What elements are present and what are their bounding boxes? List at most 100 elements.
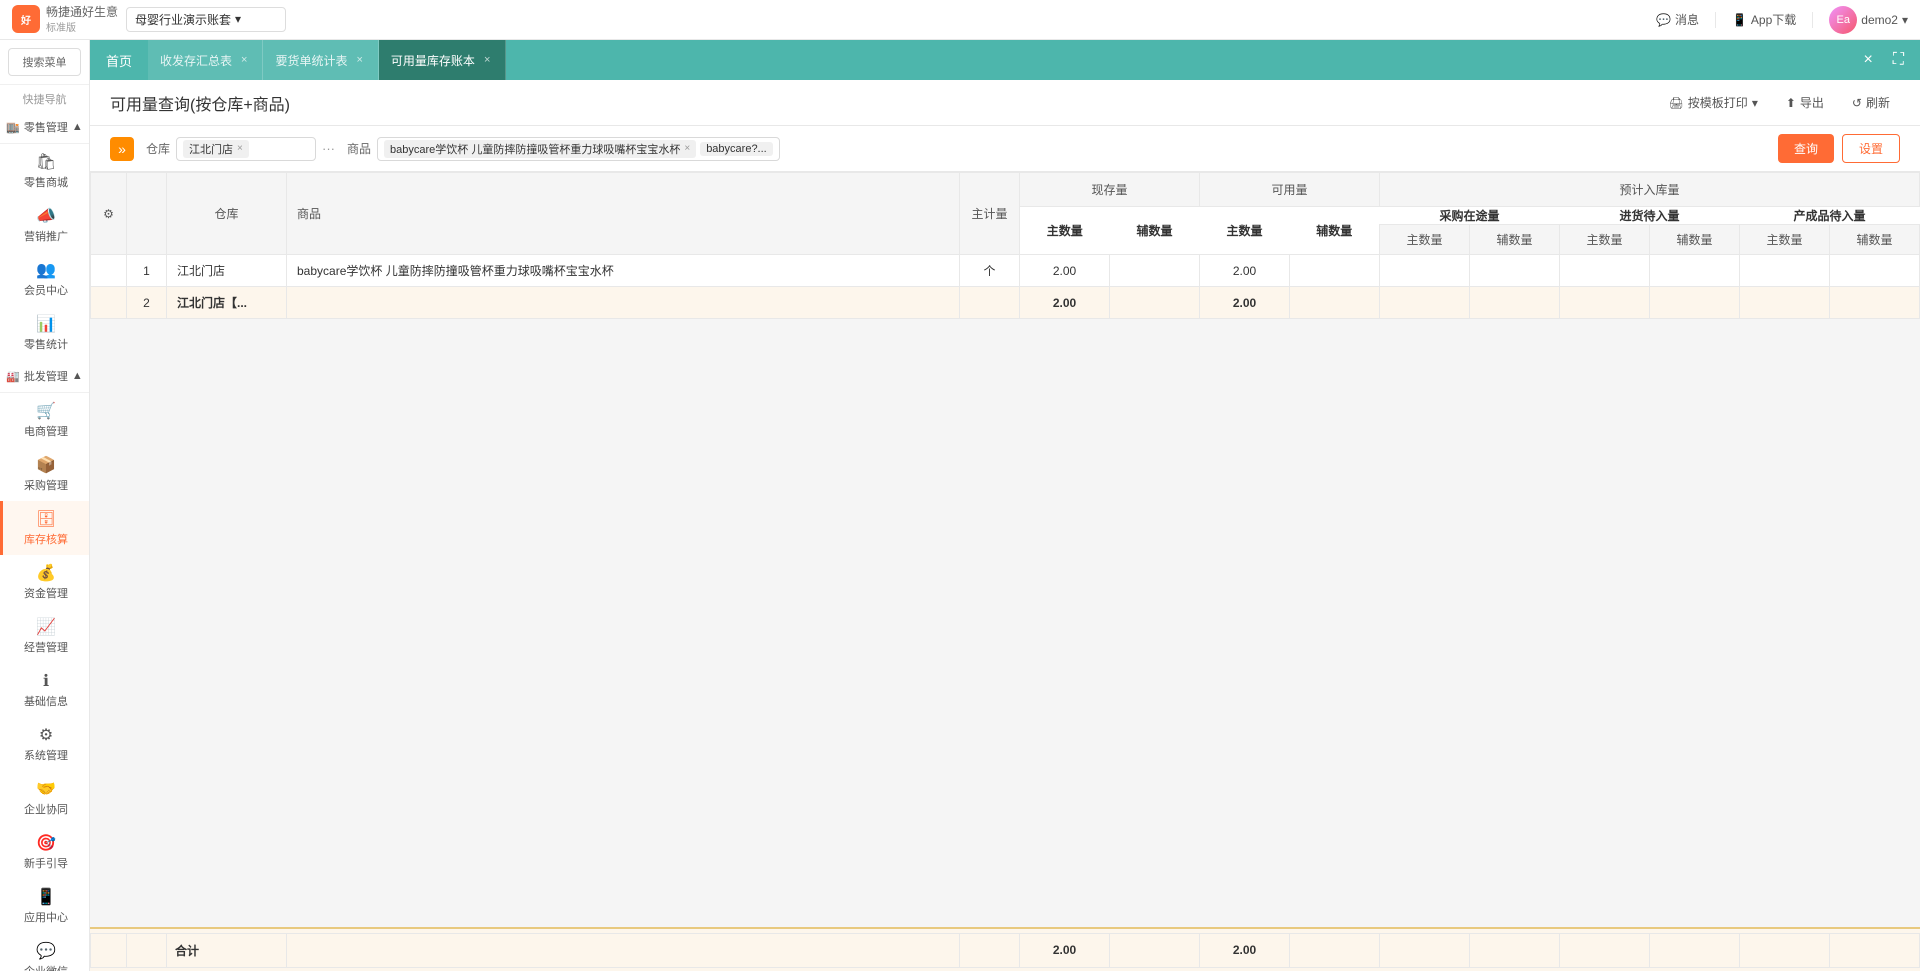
cell-incoming-main2: [1560, 287, 1650, 319]
sidebar-item-marketing[interactable]: 📣 营销推广: [0, 198, 89, 252]
wholesale-icon: 🏭: [6, 370, 20, 383]
print-btn[interactable]: 🖨 按模板打印 ▾: [1659, 90, 1768, 115]
warehouse-filter-group: 仓库 江北门店 × ···: [146, 137, 335, 161]
cell-stock-aux2: [1110, 287, 1200, 319]
th-settings[interactable]: ⚙: [91, 173, 127, 255]
message-btn[interactable]: 💬 消息: [1656, 11, 1699, 28]
cell-purchase-aux: [1470, 255, 1560, 287]
marketing-icon: 📣: [36, 206, 56, 226]
goods-filter-label: 商品: [347, 140, 371, 157]
sidebar-item-ecommerce[interactable]: 🛒 电商管理: [0, 393, 89, 447]
cell-index: 1: [127, 255, 167, 287]
cell-stock-aux: [1110, 255, 1200, 287]
sidebar-item-finance[interactable]: 💰 资金管理: [0, 555, 89, 609]
org-selector[interactable]: 母婴行业演示账套 ▾: [126, 7, 286, 32]
tab-close-all-btn[interactable]: ×: [1857, 49, 1878, 71]
th-incoming-aux: 辅数量: [1650, 225, 1740, 255]
sidebar-item-system[interactable]: ⚙ 系统管理: [0, 717, 89, 771]
filter-expand-btn[interactable]: »: [110, 137, 134, 161]
query-btn[interactable]: 查询: [1778, 134, 1834, 163]
footer-avail-main: 2.00: [1200, 933, 1290, 967]
tab-available-inventory[interactable]: 可用量库存账本 ×: [379, 40, 506, 80]
warehouse-filter-input[interactable]: 江北门店 ×: [176, 137, 316, 161]
cell-settings: [91, 255, 127, 287]
th-forecast-group: 预计入库量: [1380, 173, 1920, 207]
cell-avail-main2: 2.00: [1200, 287, 1290, 319]
expand-icon2: ▲: [72, 370, 83, 382]
operation-icon: 📈: [36, 617, 56, 637]
sidebar-search-area: 搜索菜单: [0, 40, 89, 85]
refresh-btn[interactable]: ↺ 刷新: [1842, 90, 1900, 115]
chevron-down-icon2: ▾: [1902, 13, 1908, 27]
tab-order-stat[interactable]: 要货单统计表 ×: [263, 40, 378, 80]
sidebar-item-enterprise-wechat[interactable]: 💬 企业微信: [0, 933, 89, 971]
goods-filter-input[interactable]: babycare学饮杯 儿童防摔防撞吸管杯重力球吸嘴杯宝宝水杯 × babyca…: [377, 137, 780, 161]
footer-label: 合计: [167, 933, 287, 967]
app-download-btn[interactable]: 📱 App下载: [1732, 11, 1796, 28]
sidebar-item-basic-info[interactable]: ℹ 基础信息: [0, 663, 89, 717]
export-btn[interactable]: ⬆ 导出: [1776, 90, 1834, 115]
table-row: 1 江北门店 babycare学饮杯 儿童防摔防撞吸管杯重力球吸嘴杯宝宝水杯 个…: [91, 255, 1920, 287]
finance-icon: 💰: [36, 563, 56, 583]
th-purchase-main: 主数量: [1380, 225, 1470, 255]
expand-icon: ▲: [72, 121, 83, 133]
th-production-aux: 辅数量: [1830, 225, 1920, 255]
message-icon: 💬: [1656, 13, 1671, 27]
sidebar-item-retail-mgmt[interactable]: 🏬 零售管理 ▲: [0, 111, 89, 143]
cell-purchase-main: [1380, 255, 1470, 287]
warehouse-more-btn[interactable]: ···: [322, 141, 335, 156]
table-container[interactable]: ⚙ 仓库 商品 主计量 现存量 可用量 预计入库量 主数量 辅数: [90, 172, 1920, 971]
cell-production-main2: [1740, 287, 1830, 319]
sidebar-item-enterprise[interactable]: 🤝 企业协同: [0, 771, 89, 825]
sidebar-item-guide[interactable]: 🎯 新手引导: [0, 825, 89, 879]
search-menu-btn[interactable]: 搜索菜单: [8, 48, 81, 76]
export-icon: ⬆: [1786, 96, 1796, 110]
page-actions: 🖨 按模板打印 ▾ ⬆ 导出 ↺ 刷新: [1659, 90, 1900, 115]
sidebar-item-wholesale-mgmt[interactable]: 🏭 批发管理 ▲: [0, 360, 89, 392]
th-avail-main: 主数量: [1200, 207, 1290, 255]
user-menu[interactable]: Ea demo2 ▾: [1829, 6, 1908, 34]
cell-purchase-aux2: [1470, 287, 1560, 319]
goods-filter-group: 商品 babycare学饮杯 儿童防摔防撞吸管杯重力球吸嘴杯宝宝水杯 × bab…: [347, 137, 780, 161]
th-production-main: 主数量: [1740, 225, 1830, 255]
divider2: [1812, 12, 1813, 28]
retail-stat-icon: 📊: [36, 314, 56, 334]
settings-icon: ⚙: [103, 207, 114, 221]
retail-icon: 🏬: [6, 121, 20, 134]
app-center-icon: 📱: [36, 887, 56, 907]
cell-unit: 个: [960, 255, 1020, 287]
page-content: 可用量查询(按仓库+商品) 🖨 按模板打印 ▾ ⬆ 导出 ↺ 刷新: [90, 80, 1920, 971]
sidebar-group-wholesale: 🏭 批发管理 ▲: [0, 360, 89, 393]
filter-actions: 查询 设置: [1778, 134, 1900, 163]
cell-avail-aux2: [1290, 287, 1380, 319]
goods-tag1-close[interactable]: ×: [684, 143, 690, 154]
sidebar-item-app-center[interactable]: 📱 应用中心: [0, 879, 89, 933]
tab-receipt-summary-close[interactable]: ×: [238, 53, 250, 67]
basic-info-icon: ℹ: [43, 671, 49, 691]
cell-stock-main: 2.00: [1020, 255, 1110, 287]
sidebar-item-retail-stat[interactable]: 📊 零售统计: [0, 306, 89, 360]
sidebar-item-retail-mall[interactable]: 🛍 零售商城: [0, 144, 89, 198]
th-stock-group: 现存量: [1020, 173, 1200, 207]
cell-index2: 2: [127, 287, 167, 319]
tab-order-stat-close[interactable]: ×: [353, 53, 365, 67]
top-bar-right: 💬 消息 📱 App下载 Ea demo2 ▾: [1656, 6, 1908, 34]
sidebar-group-retail: 🏬 零售管理 ▲: [0, 111, 89, 144]
sidebar-item-operation[interactable]: 📈 经营管理: [0, 609, 89, 663]
th-warehouse: 仓库: [167, 173, 287, 255]
tab-available-inventory-close[interactable]: ×: [481, 53, 493, 67]
sidebar-item-purchase[interactable]: 📦 采购管理: [0, 447, 89, 501]
sidebar-item-member-center[interactable]: 👥 会员中心: [0, 252, 89, 306]
logo-text: 畅捷通好生意 标准版: [46, 5, 118, 34]
tab-home[interactable]: 首页: [90, 40, 148, 80]
printer-icon: 🖨: [1669, 96, 1684, 110]
warehouse-tag-close[interactable]: ×: [237, 143, 243, 154]
th-purchase-group: 采购在途量: [1380, 207, 1560, 225]
tab-receipt-summary[interactable]: 收发存汇总表 ×: [148, 40, 263, 80]
settings-btn[interactable]: 设置: [1842, 134, 1900, 163]
sidebar-item-inventory[interactable]: 🗄 库存核算: [0, 501, 89, 555]
logo-icon: 好: [12, 5, 40, 33]
tab-maximize-btn[interactable]: ⛶: [1887, 49, 1910, 71]
th-production-group: 产成品待入量: [1740, 207, 1920, 225]
th-avail-group: 可用量: [1200, 173, 1380, 207]
